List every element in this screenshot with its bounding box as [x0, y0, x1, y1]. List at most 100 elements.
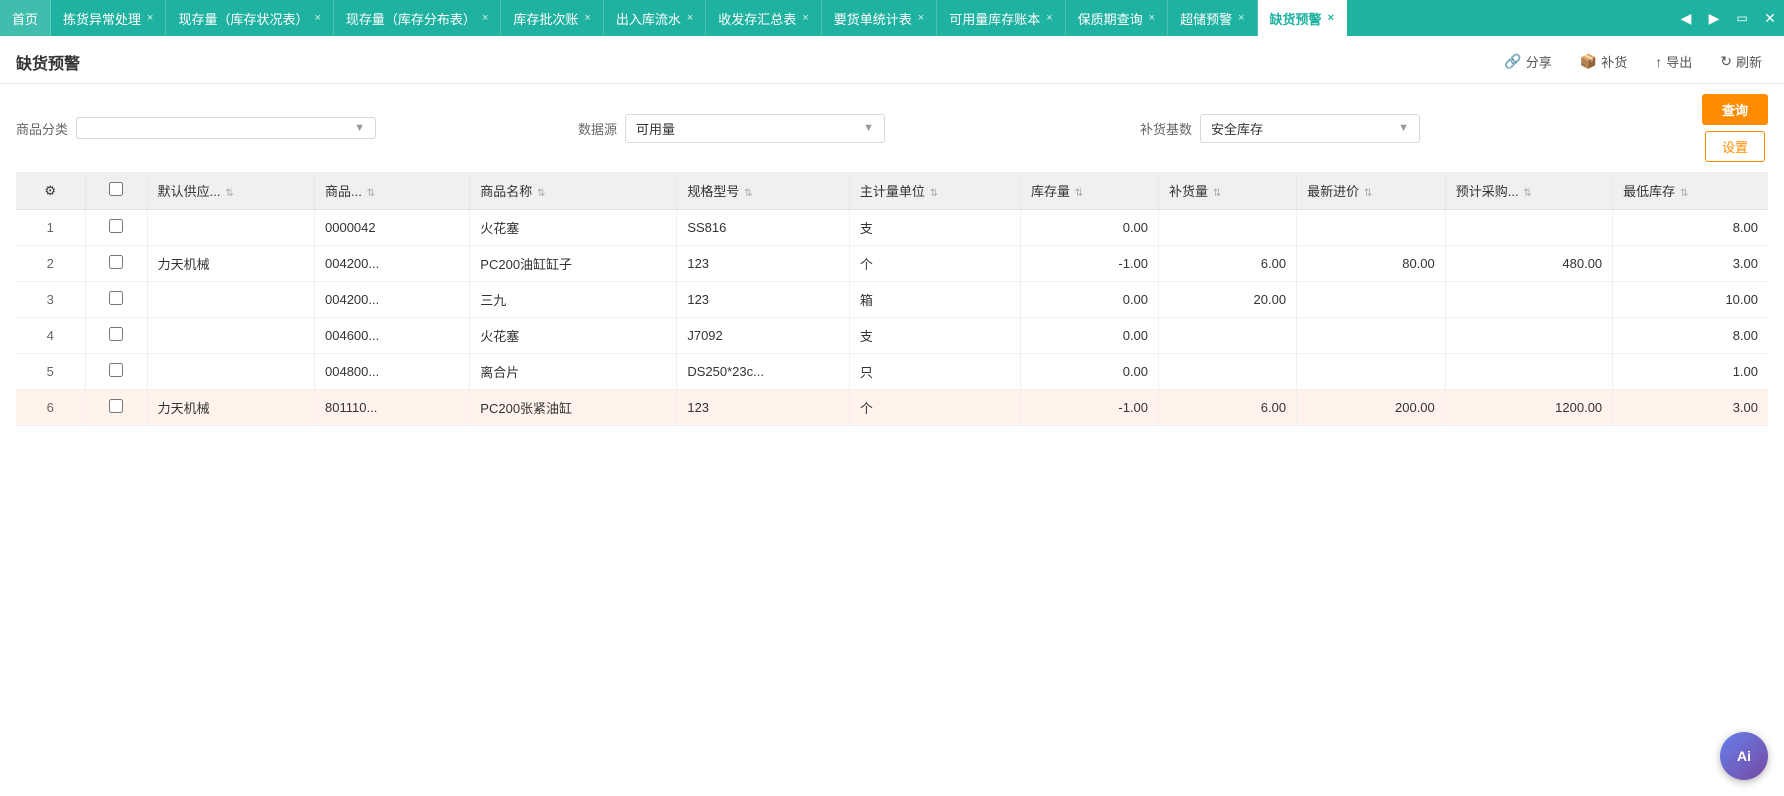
row-checkbox[interactable]: [109, 327, 123, 341]
tab-restore-btn[interactable]: ▭: [1728, 0, 1756, 36]
tab-next-btn[interactable]: ▶: [1700, 0, 1728, 36]
row-checkbox[interactable]: [109, 255, 123, 269]
row-checkbox-cell[interactable]: [85, 210, 147, 246]
table-row[interactable]: 3004200...三九123箱0.0020.0010.00: [16, 282, 1768, 318]
tab-item-home[interactable]: 首页: [0, 0, 51, 36]
tab-item-abnormal[interactable]: 拣货异常处理×: [51, 0, 166, 36]
col-label-latestprice: 最新进价: [1307, 184, 1359, 199]
category-arrow: ▼: [354, 122, 365, 134]
sort-icon-supplier: ⇅: [222, 188, 233, 199]
col-label-name: 商品名称: [480, 184, 532, 199]
replenish-btn[interactable]: 📦 补货: [1574, 48, 1633, 75]
page-content: 缺货预警 🔗 分享 📦 补货 ↑ 导出 ↻ 刷新 商品分类: [0, 36, 1784, 796]
row-checkbox-cell[interactable]: [85, 246, 147, 282]
table-row[interactable]: 6力天机械801110...PC200张紧油缸123个-1.006.00200.…: [16, 390, 1768, 426]
col-header-latestprice[interactable]: 最新进价 ⇅: [1297, 172, 1446, 210]
table-row[interactable]: 5004800...离合片DS250*23c...只0.001.00: [16, 354, 1768, 390]
row-spec: 123: [677, 390, 850, 426]
tab-close-expiry[interactable]: ×: [1149, 12, 1155, 24]
tab-item-receipt[interactable]: 收发存汇总表×: [706, 0, 821, 36]
table-row[interactable]: 10000042火花塞SS816支0.008.00: [16, 210, 1768, 246]
gear-icon[interactable]: ⚙: [44, 183, 56, 198]
col-header-estimated[interactable]: 预计采购... ⇅: [1445, 172, 1612, 210]
filter-row: 商品分类 ▼ 数据源 可用量 ▼ 补货基数 安全库存 ▼ 查询 设置: [0, 84, 1784, 172]
export-btn[interactable]: ↑ 导出: [1649, 48, 1698, 75]
tab-close-overstock[interactable]: ×: [1238, 12, 1244, 24]
tab-item-shortage[interactable]: 缺货预警×: [1258, 0, 1347, 36]
sort-icon-replenish: ⇅: [1210, 188, 1221, 199]
tab-close-shortage[interactable]: ×: [1328, 12, 1334, 24]
row-checkbox[interactable]: [109, 399, 123, 413]
tab-item-batch[interactable]: 库存批次账 ×: [501, 0, 603, 36]
tab-close-available[interactable]: ×: [1046, 12, 1052, 24]
tab-close-stock-status[interactable]: ×: [314, 12, 320, 24]
col-header-supplier[interactable]: 默认供应... ⇅: [147, 172, 314, 210]
col-label-estimated: 预计采购...: [1456, 184, 1519, 199]
tab-item-stock-dist[interactable]: 现存量（库存分布表）×: [334, 0, 501, 36]
col-header-unit[interactable]: 主计量单位 ⇅: [849, 172, 1020, 210]
row-checkbox[interactable]: [109, 291, 123, 305]
sort-icon-stock: ⇅: [1072, 188, 1083, 199]
col-label-supplier: 默认供应...: [158, 184, 221, 199]
filter-group-replenish-base: 补货基数 安全库存 ▼: [1140, 114, 1682, 143]
query-button[interactable]: 查询: [1702, 94, 1768, 125]
tab-close-stock-dist[interactable]: ×: [482, 12, 488, 24]
refresh-btn[interactable]: ↻ 刷新: [1714, 48, 1768, 75]
ai-assistant-btn[interactable]: Ai: [1720, 732, 1768, 780]
row-name: PC200油缸缸子: [470, 246, 677, 282]
tab-prev-btn[interactable]: ◀: [1672, 0, 1700, 36]
share-label: 分享: [1526, 52, 1552, 71]
row-checkbox-cell[interactable]: [85, 390, 147, 426]
select-all-checkbox[interactable]: [109, 182, 123, 196]
tab-item-inout[interactable]: 出入库流水×: [604, 0, 706, 36]
share-btn[interactable]: 🔗 分享: [1498, 48, 1557, 75]
tab-bar: 首页拣货异常处理×现存量（库存状况表）×现存量（库存分布表）×库存批次账×出入库…: [0, 0, 1784, 36]
datasource-label: 数据源: [578, 119, 617, 138]
col-header-minstock[interactable]: 最低库存 ⇅: [1613, 172, 1768, 210]
tab-close-all-btn[interactable]: ✕: [1756, 0, 1784, 36]
category-select[interactable]: ▼: [76, 117, 376, 139]
settings-button[interactable]: 设置: [1705, 131, 1765, 162]
table-row[interactable]: 2力天机械004200...PC200油缸缸子123个-1.006.0080.0…: [16, 246, 1768, 282]
datasource-select[interactable]: 可用量 ▼: [625, 114, 885, 143]
tab-item-order-stat[interactable]: 要货单统计表×: [822, 0, 937, 36]
row-checkbox-cell[interactable]: [85, 354, 147, 390]
tab-item-overstock[interactable]: 超储预警×: [1168, 0, 1257, 36]
row-checkbox[interactable]: [109, 219, 123, 233]
sort-icon-spec: ⇅: [741, 188, 752, 199]
tab-close-receipt[interactable]: ×: [802, 12, 808, 24]
col-header-stock[interactable]: 库存量 ⇅: [1021, 172, 1159, 210]
col-header-replenish[interactable]: 补货量 ⇅: [1159, 172, 1297, 210]
row-index: 4: [16, 318, 85, 354]
col-header-spec[interactable]: 规格型号 ⇅: [677, 172, 850, 210]
row-unit: 个: [849, 246, 1020, 282]
col-label-minstock: 最低库存: [1623, 184, 1675, 199]
tab-close-inout[interactable]: ×: [687, 12, 693, 24]
tab-label-batch: 库存批次账: [513, 9, 578, 28]
row-checkbox[interactable]: [109, 363, 123, 377]
tab-item-expiry[interactable]: 保质期查询×: [1066, 0, 1168, 36]
row-supplier: [147, 318, 314, 354]
tab-close-batch[interactable]: ×: [584, 12, 590, 24]
col-header-code[interactable]: 商品... ⇅: [315, 172, 470, 210]
tab-item-available[interactable]: 可用量库存账本×: [937, 0, 1065, 36]
row-checkbox-cell[interactable]: [85, 318, 147, 354]
row-checkbox-cell[interactable]: [85, 282, 147, 318]
row-unit: 支: [849, 318, 1020, 354]
tab-item-stock-status[interactable]: 现存量（库存状况表）×: [166, 0, 333, 36]
tab-label-home: 首页: [12, 9, 38, 28]
col-label-stock: 库存量: [1031, 184, 1070, 199]
replenish-base-select[interactable]: 安全库存 ▼: [1200, 114, 1420, 143]
row-stock: 0.00: [1021, 282, 1159, 318]
row-spec: SS816: [677, 210, 850, 246]
datasource-value: 可用量: [636, 119, 675, 138]
tab-close-order-stat[interactable]: ×: [918, 12, 924, 24]
row-estimated: [1445, 354, 1612, 390]
row-estimated: 480.00: [1445, 246, 1612, 282]
row-min-stock: 1.00: [1613, 354, 1768, 390]
tab-close-abnormal[interactable]: ×: [147, 12, 153, 24]
filter-group-datasource: 数据源 可用量 ▼: [578, 114, 1120, 143]
table-row[interactable]: 4004600...火花塞J7092支0.008.00: [16, 318, 1768, 354]
row-latest-price: [1297, 210, 1446, 246]
col-header-name[interactable]: 商品名称 ⇅: [470, 172, 677, 210]
